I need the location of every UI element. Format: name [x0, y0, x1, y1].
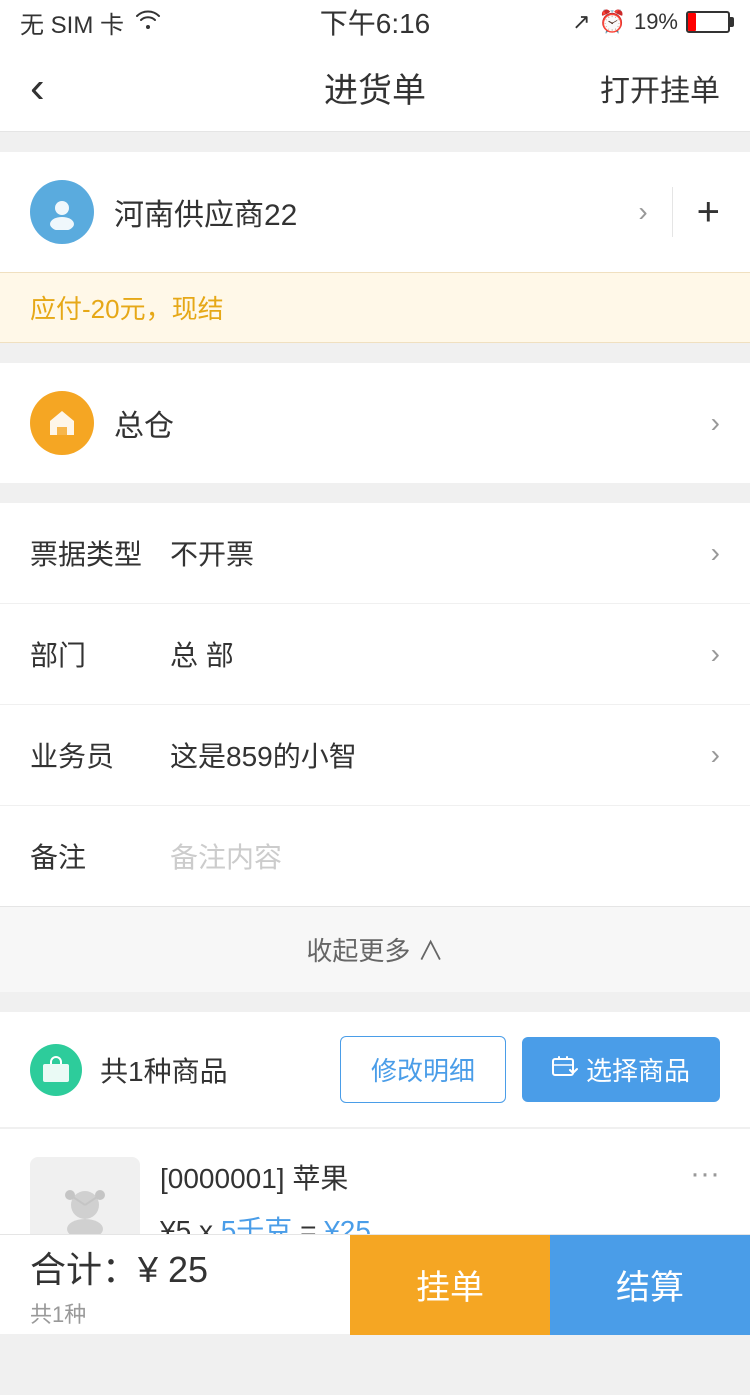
- select-product-label: 选择商品: [586, 1051, 690, 1088]
- battery-icon: [686, 11, 730, 33]
- staff-value: 这是859的小智: [170, 735, 711, 775]
- supplier-notice: 应付-20元，现结: [0, 272, 750, 343]
- checkout-label: 结算: [616, 1260, 684, 1309]
- product-header: 共1种商品 修改明细 选择商品: [0, 1012, 750, 1127]
- open-pending-button[interactable]: 打开挂单: [600, 66, 720, 110]
- collapse-bar[interactable]: 收起更多 ∧: [0, 906, 750, 992]
- product-more-button[interactable]: ···: [690, 1157, 720, 1191]
- select-product-button[interactable]: 选择商品: [522, 1037, 720, 1102]
- invoice-label: 票据类型: [30, 533, 150, 573]
- warehouse-name: 总仓: [114, 401, 711, 445]
- checkout-button[interactable]: 结算: [550, 1235, 750, 1335]
- dept-label: 部门: [30, 634, 150, 674]
- invoice-value: 不开票: [170, 533, 711, 573]
- dept-value: 总 部: [170, 634, 711, 674]
- total-amount: 合计：¥ 25: [30, 1241, 320, 1293]
- form-section: 票据类型 不开票 › 部门 总 部 › 业务员 这是859的小智 › 备注 备注…: [0, 503, 750, 906]
- status-left: 无 SIM 卡: [20, 5, 162, 40]
- location-icon: ↗: [572, 9, 590, 35]
- alarm-icon: ⏰: [599, 9, 626, 35]
- back-button[interactable]: ‹: [30, 63, 45, 113]
- hang-button[interactable]: 挂单: [350, 1235, 550, 1335]
- battery-percent: 19%: [634, 9, 678, 35]
- supplier-avatar: [30, 180, 94, 244]
- supplier-chevron-icon: ›: [638, 196, 647, 228]
- supplier-section: 河南供应商22 › + 应付-20元，现结: [0, 152, 750, 343]
- select-product-icon: [552, 1054, 578, 1085]
- remark-value[interactable]: 备注内容: [170, 836, 720, 876]
- total-count: 共1种: [30, 1297, 320, 1329]
- carrier-text: 无 SIM 卡: [20, 5, 124, 40]
- remark-row[interactable]: 备注 备注内容: [0, 805, 750, 906]
- warehouse-icon: [30, 391, 94, 455]
- status-bar: 无 SIM 卡 下午6:16 ↗ ⏰ 19%: [0, 0, 750, 44]
- warehouse-section: 总仓 ›: [0, 363, 750, 483]
- collapse-label: 收起更多 ∧: [306, 936, 443, 966]
- invoice-chevron-icon: ›: [711, 537, 720, 569]
- product-name: [0000001] 苹果: [160, 1157, 690, 1197]
- staff-label: 业务员: [30, 735, 150, 775]
- nav-bar: ‹ 进货单 打开挂单: [0, 44, 750, 132]
- status-time: 下午6:16: [320, 2, 431, 42]
- hang-label: 挂单: [416, 1260, 484, 1309]
- total-info: 合计：¥ 25 共1种: [0, 1241, 350, 1329]
- staff-row[interactable]: 业务员 这是859的小智 ›: [0, 704, 750, 805]
- supplier-row[interactable]: 河南供应商22 › +: [0, 152, 750, 272]
- dept-row[interactable]: 部门 总 部 ›: [0, 603, 750, 704]
- add-button[interactable]: +: [697, 190, 720, 235]
- staff-chevron-icon: ›: [711, 739, 720, 771]
- dept-chevron-icon: ›: [711, 638, 720, 670]
- remark-label: 备注: [30, 836, 150, 876]
- bottom-bar: 合计：¥ 25 共1种 挂单 结算: [0, 1234, 750, 1334]
- total-label: 合计：: [30, 1249, 138, 1290]
- warehouse-chevron-icon: ›: [711, 407, 720, 439]
- status-right: ↗ ⏰ 19%: [572, 9, 730, 35]
- warehouse-row[interactable]: 总仓 ›: [0, 363, 750, 483]
- edit-detail-button[interactable]: 修改明细: [340, 1036, 506, 1103]
- invoice-row[interactable]: 票据类型 不开票 ›: [0, 503, 750, 603]
- product-bag-icon: [30, 1044, 82, 1096]
- product-count-label: 共1种商品: [100, 1050, 340, 1090]
- wifi-icon: [134, 8, 162, 36]
- supplier-name: 河南供应商22: [114, 190, 638, 234]
- total-amount-value: ¥ 25: [138, 1249, 208, 1290]
- divider: [672, 187, 673, 237]
- page-title: 进货单: [324, 63, 426, 112]
